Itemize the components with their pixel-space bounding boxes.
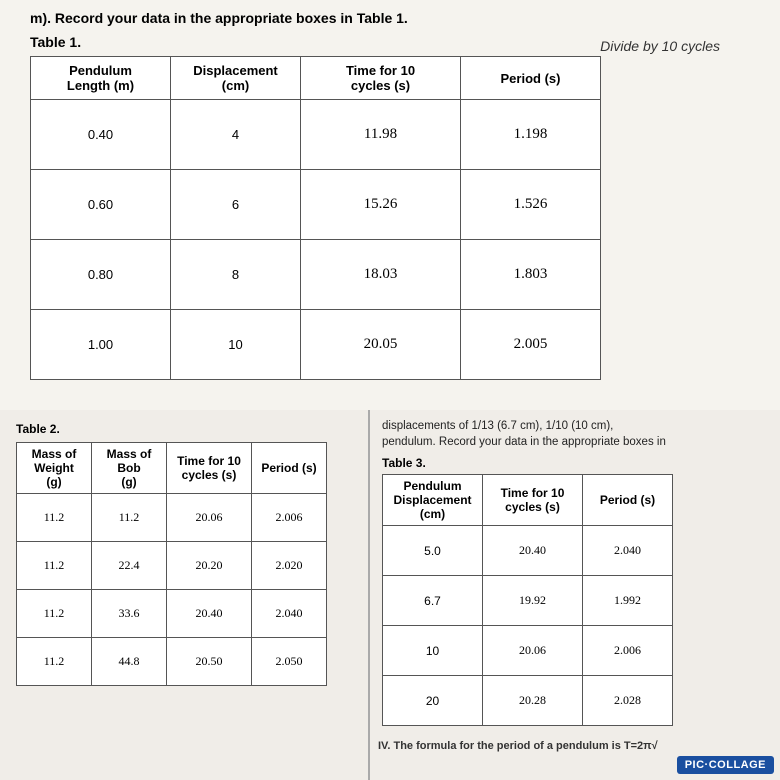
annotation-text: Divide by 10 cycles <box>600 38 720 54</box>
displacement-cell: 10 <box>171 310 301 380</box>
period-cell: 2.040 <box>252 590 327 638</box>
table-row: 5.0 20.40 2.040 <box>383 526 673 576</box>
bob-cell: 44.8 <box>92 638 167 686</box>
time-cell: 20.50 <box>167 638 252 686</box>
table1: PendulumLength (m) Displacement(cm) Time… <box>30 56 601 380</box>
col-header-period2: Period (s) <box>252 443 327 494</box>
weight-cell: 11.2 <box>17 590 92 638</box>
displacement-cell: 4 <box>171 100 301 170</box>
time-cell: 20.20 <box>167 542 252 590</box>
time-cell: 11.98 <box>301 100 461 170</box>
time-cell: 20.06 <box>483 626 583 676</box>
period-cell: 2.028 <box>583 676 673 726</box>
col-header-bob: Mass of Bob(g) <box>92 443 167 494</box>
period-cell: 2.050 <box>252 638 327 686</box>
bottom-left-panel: Table 2. Mass ofWeight (g) Mass of Bob(g… <box>0 410 370 780</box>
top-panel: m). Record your data in the appropriate … <box>0 0 780 410</box>
bob-cell: 33.6 <box>92 590 167 638</box>
period-cell: 1.992 <box>583 576 673 626</box>
weight-cell: 11.2 <box>17 638 92 686</box>
period-cell: 1.803 <box>461 240 601 310</box>
col-header-pendulum-disp: PendulumDisplacement(cm) <box>383 475 483 526</box>
table-row: 6.7 19.92 1.992 <box>383 576 673 626</box>
intro-text: m). Record your data in the appropriate … <box>30 10 750 26</box>
time-cell: 20.40 <box>483 526 583 576</box>
table-row: 11.2 44.8 20.50 2.050 <box>17 638 327 686</box>
table-row: 10 20.06 2.006 <box>383 626 673 676</box>
period-cell: 1.198 <box>461 100 601 170</box>
disp-cell: 10 <box>383 626 483 676</box>
table2-title: Table 2. <box>16 422 352 436</box>
col-header-displacement: Displacement(cm) <box>171 57 301 100</box>
iv-formula-text: IV. The formula for the period of a pend… <box>378 740 758 752</box>
period-cell: 2.040 <box>583 526 673 576</box>
table-row: 0.40 4 11.98 1.198 <box>31 100 601 170</box>
right-intro-text: displacements of 1/13 (6.7 cm), 1/10 (10… <box>382 418 768 450</box>
weight-cell: 11.2 <box>17 494 92 542</box>
time-cell: 20.40 <box>167 590 252 638</box>
weight-cell: 11.2 <box>17 542 92 590</box>
length-cell: 0.80 <box>31 240 171 310</box>
col-header-weight: Mass ofWeight (g) <box>17 443 92 494</box>
col-header-time: Time for 10cycles (s) <box>301 57 461 100</box>
disp-cell: 5.0 <box>383 526 483 576</box>
bob-cell: 22.4 <box>92 542 167 590</box>
table-row: 0.60 6 15.26 1.526 <box>31 170 601 240</box>
time-cell: 20.28 <box>483 676 583 726</box>
time-cell: 19.92 <box>483 576 583 626</box>
table-row: 0.80 8 18.03 1.803 <box>31 240 601 310</box>
table3-title: Table 3. <box>382 456 768 470</box>
table-row: 11.2 22.4 20.20 2.020 <box>17 542 327 590</box>
table3: PendulumDisplacement(cm) Time for 10cycl… <box>382 474 673 726</box>
table-row: 1.00 10 20.05 2.005 <box>31 310 601 380</box>
period-cell: 2.006 <box>252 494 327 542</box>
col-header-length: PendulumLength (m) <box>31 57 171 100</box>
bottom-section: Table 2. Mass ofWeight (g) Mass of Bob(g… <box>0 410 780 780</box>
col-header-period3: Period (s) <box>583 475 673 526</box>
table-row: 20 20.28 2.028 <box>383 676 673 726</box>
col-header-time2: Time for 10cycles (s) <box>167 443 252 494</box>
col-header-time3: Time for 10cycles (s) <box>483 475 583 526</box>
length-cell: 0.40 <box>31 100 171 170</box>
period-cell: 1.526 <box>461 170 601 240</box>
table2: Mass ofWeight (g) Mass of Bob(g) Time fo… <box>16 442 327 686</box>
displacement-cell: 6 <box>171 170 301 240</box>
pic-collage-badge: PIC·COLLAGE <box>677 756 774 774</box>
disp-cell: 6.7 <box>383 576 483 626</box>
period-cell: 2.020 <box>252 542 327 590</box>
disp-cell: 20 <box>383 676 483 726</box>
table-row: 11.2 33.6 20.40 2.040 <box>17 590 327 638</box>
bottom-right-panel: displacements of 1/13 (6.7 cm), 1/10 (10… <box>370 410 780 780</box>
period-cell: 2.006 <box>583 626 673 676</box>
length-cell: 1.00 <box>31 310 171 380</box>
col-header-period: Period (s) <box>461 57 601 100</box>
time-cell: 20.05 <box>301 310 461 380</box>
displacement-cell: 8 <box>171 240 301 310</box>
length-cell: 0.60 <box>31 170 171 240</box>
period-cell: 2.005 <box>461 310 601 380</box>
bob-cell: 11.2 <box>92 494 167 542</box>
time-cell: 20.06 <box>167 494 252 542</box>
time-cell: 18.03 <box>301 240 461 310</box>
table-row: 11.2 11.2 20.06 2.006 <box>17 494 327 542</box>
time-cell: 15.26 <box>301 170 461 240</box>
